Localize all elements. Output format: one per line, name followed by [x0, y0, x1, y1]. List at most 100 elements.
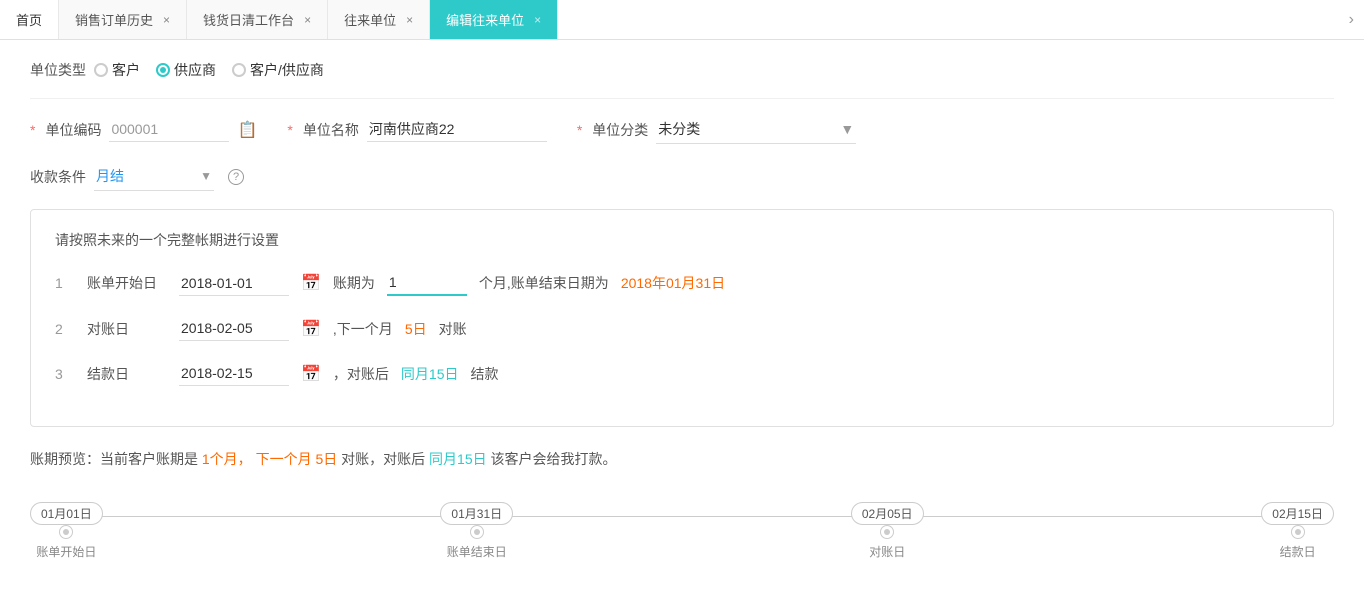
unit-type-label: 单位类型	[30, 60, 86, 80]
timeline-dot-3	[1291, 525, 1305, 539]
row-label-2: 对账日	[87, 319, 167, 339]
timeline: 01月01日 账单开始日 01月31日 账单结束日 02月05日	[30, 492, 1334, 590]
tab-bar: 首页 销售订单历史 × 钱货日清工作台 × 往来单位 × 编辑往来单位 × ›	[0, 0, 1364, 40]
timeline-badge-3: 02月15日	[1261, 502, 1334, 525]
unit-name-input[interactable]	[367, 117, 547, 142]
radio-customer-circle	[94, 63, 108, 77]
period-end-date: 2018年01月31日	[621, 273, 725, 293]
setting-box-title: 请按照未来的一个完整帐期进行设置	[55, 230, 1309, 250]
setting-box: 请按照未来的一个完整帐期进行设置 1 账单开始日 📅 账期为 个月,账单结束日期…	[30, 209, 1334, 427]
unit-name-label: 单位名称	[303, 120, 359, 140]
payment-date-calendar-icon[interactable]: 📅	[301, 364, 321, 384]
unit-name-field: * 单位名称	[287, 117, 546, 142]
radio-supplier[interactable]: 供应商	[156, 60, 216, 80]
preview-middle: 下一个月	[256, 451, 312, 467]
tab-edit-partner[interactable]: 编辑往来单位 ×	[430, 0, 558, 39]
payment-dropdown-arrow: ▼	[200, 169, 212, 183]
radio-customer[interactable]: 客户	[94, 60, 140, 80]
name-required-star: *	[287, 122, 292, 138]
radio-both-label: 客户/供应商	[250, 60, 324, 80]
setting-row-1: 1 账单开始日 📅 账期为 个月,账单结束日期为 2018年01月31日	[55, 270, 1309, 296]
preview-middle2: 5日	[315, 451, 337, 467]
timeline-points: 01月01日 账单开始日 01月31日 账单结束日 02月05日	[30, 502, 1334, 560]
setting-row-3: 3 结款日 📅 ，对账后 同月15日 结款	[55, 361, 1309, 386]
classify-arrow-icon: ▼	[840, 121, 854, 137]
radio-supplier-circle	[156, 63, 170, 77]
code-required-star: *	[30, 122, 35, 138]
row-label-1: 账单开始日	[87, 273, 167, 293]
tab-partners[interactable]: 往来单位 ×	[328, 0, 430, 39]
row-num-1: 1	[55, 275, 75, 291]
row-num-2: 2	[55, 321, 75, 337]
payment-date-input[interactable]	[179, 361, 289, 386]
payment-value: 月结	[96, 166, 194, 186]
close-partners[interactable]: ×	[406, 13, 413, 27]
radio-group: 客户 供应商 客户/供应商	[94, 60, 324, 80]
close-edit-partner[interactable]: ×	[534, 13, 541, 27]
unit-info-row: * 单位编码 📋 * 单位名称 * 单位分类 未分类 ▼	[30, 115, 1334, 144]
timeline-dot-1	[470, 525, 484, 539]
start-date-input[interactable]	[179, 271, 289, 296]
period-for-label: 账期为	[333, 273, 375, 293]
payment-field: 收款条件 月结 ▼ ?	[30, 162, 244, 191]
payment-suffix-num: 同月15日	[401, 364, 459, 384]
payment-dropdown[interactable]: 月结 ▼	[94, 162, 214, 191]
radio-customer-label: 客户	[112, 60, 140, 80]
start-date-calendar-icon[interactable]: 📅	[301, 273, 321, 293]
row-label-3: 结款日	[87, 364, 167, 384]
timeline-dot-2	[880, 525, 894, 539]
timeline-label-1: 账单结束日	[447, 545, 507, 559]
timeline-badge-2: 02月05日	[851, 502, 924, 525]
reconcile-suffix-post: 对账	[439, 319, 467, 339]
preview-section: 账期预览：当前客户账期是 1个月， 下一个月 5日 对账，对账后 同月15日 该…	[30, 447, 1334, 472]
preview-middle3: 对账，对账后	[341, 451, 425, 467]
timeline-point-0: 01月01日 账单开始日	[30, 502, 103, 560]
main-content: 单位类型 客户 供应商 客户/供应商 * 单位编码	[0, 40, 1364, 610]
unit-type-row: 单位类型 客户 供应商 客户/供应商	[30, 60, 1334, 80]
period-unit-text: 个月,账单结束日期为	[479, 273, 609, 293]
unit-code-input[interactable]	[109, 117, 229, 142]
payment-suffix-post: 结款	[471, 364, 499, 384]
setting-row-2: 2 对账日 📅 ,下一个月 5日 对账	[55, 316, 1309, 341]
close-sales-history[interactable]: ×	[163, 13, 170, 27]
reconcile-suffix-pre: ,下一个月	[333, 319, 393, 339]
classify-dropdown[interactable]: 未分类 ▼	[656, 115, 856, 144]
close-cash-work[interactable]: ×	[304, 13, 311, 27]
payment-suffix-pre: ，对账后	[333, 364, 389, 384]
timeline-badge-1: 01月31日	[440, 502, 513, 525]
unit-classify-label: 单位分类	[592, 120, 648, 140]
copy-icon[interactable]: 📋	[237, 120, 257, 140]
preview-end: 同月15日	[429, 451, 487, 467]
tab-overflow-arrow[interactable]: ›	[1339, 0, 1364, 39]
row-num-3: 3	[55, 366, 75, 382]
timeline-dot-0	[59, 525, 73, 539]
timeline-point-2: 02月05日 对账日	[851, 502, 924, 560]
reconcile-date-input[interactable]	[179, 316, 289, 341]
unit-classify-field: * 单位分类 未分类 ▼	[577, 115, 856, 144]
classify-required-star: *	[577, 122, 582, 138]
tab-cash-work[interactable]: 钱货日清工作台 ×	[187, 0, 328, 39]
payment-help-icon[interactable]: ?	[228, 169, 244, 185]
timeline-label-2: 对账日	[869, 545, 905, 559]
classify-value: 未分类	[658, 119, 840, 139]
timeline-badge-0: 01月01日	[30, 502, 103, 525]
unit-code-label: 单位编码	[45, 120, 101, 140]
payment-label: 收款条件	[30, 167, 86, 187]
timeline-point-1: 01月31日 账单结束日	[440, 502, 513, 560]
tab-home[interactable]: 首页	[0, 0, 59, 39]
timeline-label-3: 结款日	[1280, 545, 1316, 559]
radio-supplier-label: 供应商	[174, 60, 216, 80]
unit-code-field: * 单位编码 📋	[30, 117, 257, 142]
preview-suffix: 该客户会给我打款。	[491, 451, 617, 467]
payment-row: 收款条件 月结 ▼ ?	[30, 162, 1334, 191]
reconcile-suffix-num: 5日	[405, 319, 427, 339]
preview-prefix: 账期预览：当前客户账期是	[30, 451, 198, 467]
tab-sales-history[interactable]: 销售订单历史 ×	[59, 0, 187, 39]
radio-both-circle	[232, 63, 246, 77]
timeline-label-0: 账单开始日	[36, 545, 96, 559]
reconcile-date-calendar-icon[interactable]: 📅	[301, 319, 321, 339]
radio-both[interactable]: 客户/供应商	[232, 60, 324, 80]
period-value-input[interactable]	[387, 270, 467, 296]
timeline-point-3: 02月15日 结款日	[1261, 502, 1334, 560]
unit-type-field: 单位类型 客户 供应商 客户/供应商	[30, 60, 324, 80]
